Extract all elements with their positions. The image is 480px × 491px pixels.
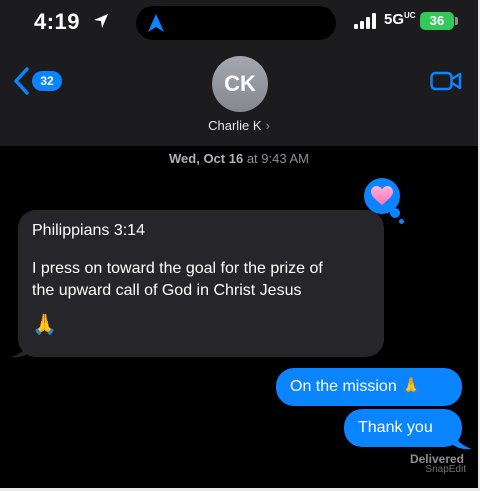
tapback-dot: [390, 208, 400, 218]
contact-avatar[interactable]: CK: [212, 56, 268, 112]
incoming-bubble-tail: [10, 338, 32, 358]
incoming-message-bubble[interactable]: Philippians 3:14 I press on toward the g…: [18, 210, 384, 357]
message-timestamp: Wed, Oct 16 at 9:43 AM: [169, 151, 309, 166]
status-time: 4:19: [34, 9, 81, 34]
snapedit-watermark: SnapEdit: [425, 464, 466, 475]
location-arrow-icon: [94, 14, 108, 28]
back-chevron-icon[interactable]: [12, 66, 32, 96]
outgoing-message-bubble[interactable]: Thank you: [344, 409, 462, 447]
chevron-right-icon: ›: [265, 118, 270, 133]
network-type: 5GUC: [384, 11, 416, 28]
outgoing-bubble-tail: [452, 428, 472, 450]
heart-icon: [371, 186, 393, 205]
outgoing-message-bubble[interactable]: On the mission 🙏: [276, 368, 462, 406]
battery-indicator: 36: [420, 12, 454, 30]
message-line: I press on toward the goal for the prize…: [32, 260, 323, 277]
contact-name[interactable]: Charlie K ›: [0, 118, 478, 133]
praying-hands-emoji: 🙏: [32, 314, 57, 336]
status-bar: 4:19 5GUC 36: [0, 6, 478, 42]
message-line: Philippians 3:14: [32, 222, 145, 239]
dynamic-island: [136, 6, 336, 40]
signal-icon: [354, 13, 376, 29]
video-camera-icon[interactable]: [430, 70, 462, 92]
navigation-arrow-icon: [148, 14, 164, 32]
tapback-dot: [399, 219, 404, 224]
battery-nub: [455, 17, 458, 25]
conversation-header: 4:19 5GUC 36 32 CK Charlie K ›: [0, 0, 478, 146]
unread-count-badge[interactable]: 32: [32, 71, 62, 91]
message-line: the upward call of God in Christ Jesus: [32, 282, 302, 299]
